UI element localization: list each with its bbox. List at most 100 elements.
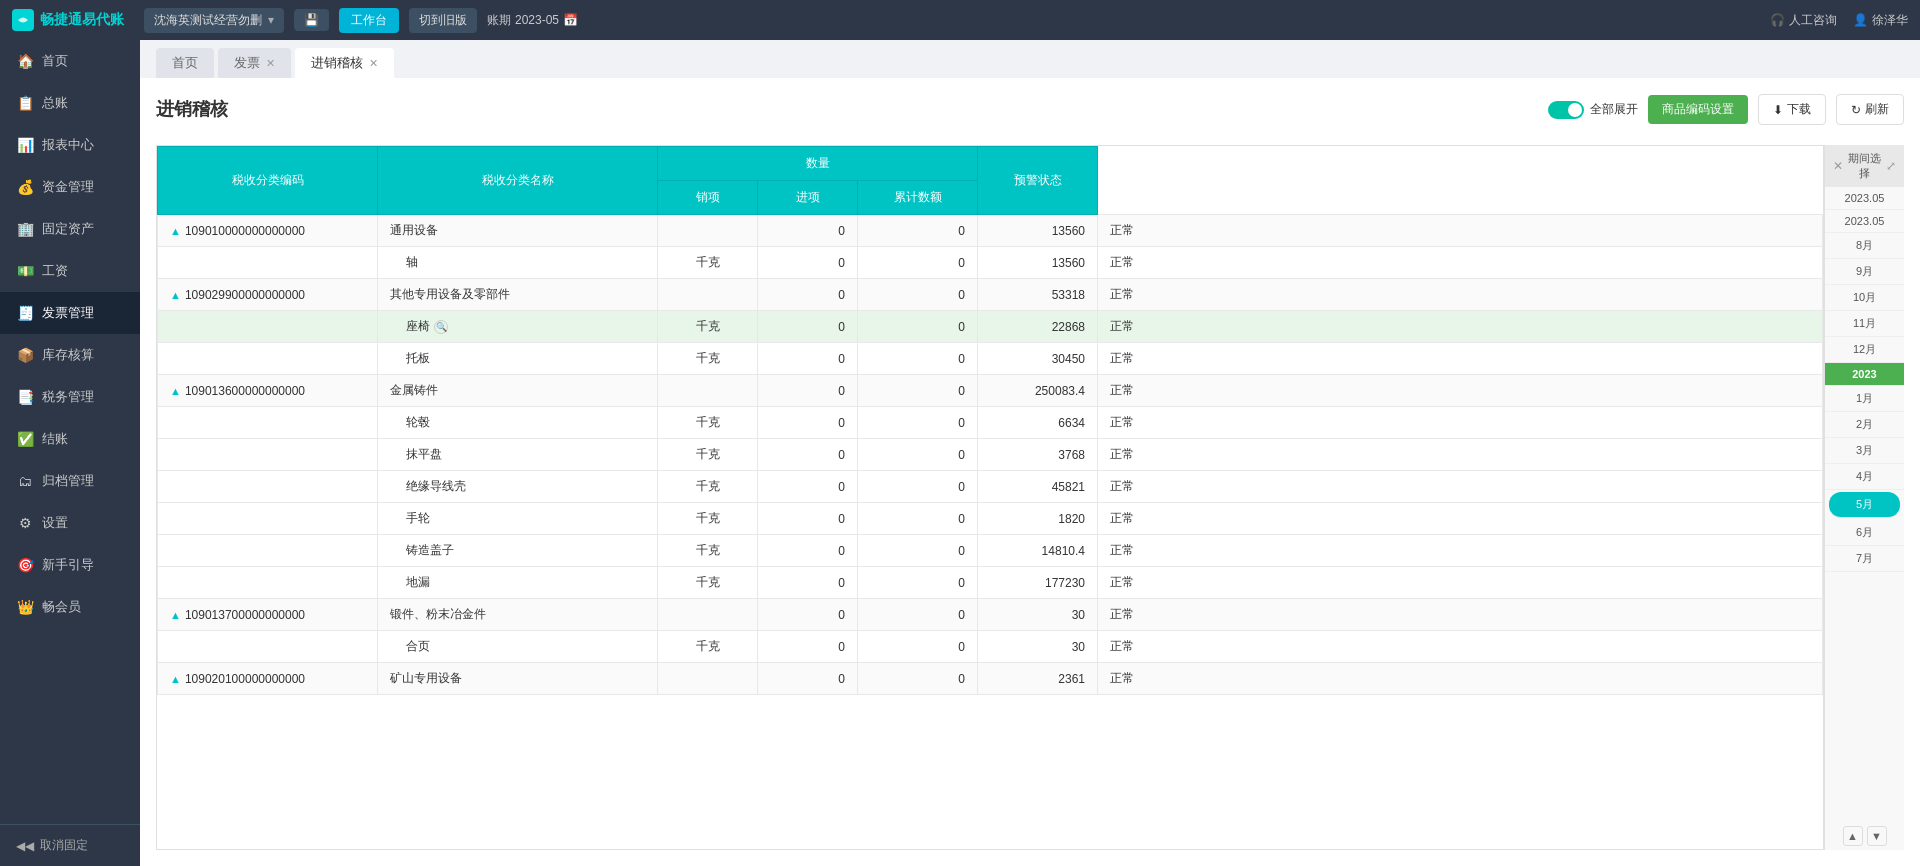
- collapse-btn[interactable]: ▲: [170, 673, 181, 685]
- period-item[interactable]: 3月: [1825, 438, 1904, 464]
- collapse-btn[interactable]: ▲: [170, 609, 181, 621]
- table-row-total: 30: [978, 631, 1098, 663]
- period-item[interactable]: 7月: [1825, 546, 1904, 572]
- collapse-btn[interactable]: ▲: [170, 225, 181, 237]
- unpin-btn[interactable]: ◀◀ 取消固定: [0, 824, 140, 866]
- archive-icon: 🗂: [16, 472, 34, 490]
- period-item[interactable]: 6月: [1825, 520, 1904, 546]
- refresh-icon: ↻: [1851, 103, 1861, 117]
- col-purchase: 进项: [758, 181, 858, 215]
- table-row-sales: 0: [758, 567, 858, 599]
- sidebar-item-home[interactable]: 🏠 首页: [0, 40, 140, 82]
- product-code-btn[interactable]: 商品编码设置: [1648, 95, 1748, 124]
- tab-invoice[interactable]: 发票 ✕: [218, 48, 291, 78]
- table-row-sales: 0: [758, 631, 858, 663]
- tab-reconcile[interactable]: 进销稽核 ✕: [295, 48, 394, 78]
- right-panel-close-btn[interactable]: ✕: [1833, 159, 1843, 173]
- table-row-total: 14810.4: [978, 535, 1098, 567]
- right-panel-expand-btn[interactable]: ⤢: [1886, 159, 1896, 173]
- table-row-total: 53318: [978, 279, 1098, 311]
- sidebar-item-settlement[interactable]: ✅ 结账: [0, 418, 140, 460]
- sidebar-item-inventory[interactable]: 📦 库存核算: [0, 334, 140, 376]
- col-sales: 销项: [658, 181, 758, 215]
- download-btn[interactable]: ⬇ 下载: [1758, 94, 1826, 125]
- payroll-icon: 💵: [16, 262, 34, 280]
- period-item[interactable]: 2023: [1825, 363, 1904, 386]
- funds-icon: 💰: [16, 178, 34, 196]
- period-nav: ▲ ▼: [1825, 822, 1904, 850]
- sidebar: 🏠 首页 📋 总账 📊 报表中心 💰 资金管理 🏢 固定资产 💵 工资 🧾 发票…: [0, 40, 140, 866]
- period-item[interactable]: 10月: [1825, 285, 1904, 311]
- main-layout: 🏠 首页 📋 总账 📊 报表中心 💰 资金管理 🏢 固定资产 💵 工资 🧾 发票…: [0, 40, 1920, 866]
- switch-old-btn[interactable]: 切到旧版: [409, 8, 477, 33]
- table-row-code: [158, 247, 378, 279]
- search-icon[interactable]: 🔍: [434, 320, 448, 334]
- period-item[interactable]: 12月: [1825, 337, 1904, 363]
- collapse-btn[interactable]: ▲: [170, 289, 181, 301]
- table-row-name: 矿山专用设备: [378, 663, 658, 695]
- period-item[interactable]: 1月: [1825, 386, 1904, 412]
- tab-invoice-close[interactable]: ✕: [266, 57, 275, 70]
- table-row-code: [158, 407, 378, 439]
- table-row-warning: 正常: [1098, 311, 1823, 343]
- topbar-right: 🎧 人工咨询 👤 徐泽华: [1770, 12, 1908, 29]
- sidebar-item-assets[interactable]: 🏢 固定资产: [0, 208, 140, 250]
- table-row-sales: 0: [758, 471, 858, 503]
- expand-toggle[interactable]: [1548, 101, 1584, 119]
- period-display: 账期 2023-05 📅: [487, 12, 578, 29]
- table-row-purchase: 0: [858, 663, 978, 695]
- table-row-warning: 正常: [1098, 567, 1823, 599]
- sidebar-item-guide[interactable]: 🎯 新手引导: [0, 544, 140, 586]
- inventory-icon: 📦: [16, 346, 34, 364]
- period-item[interactable]: 2月: [1825, 412, 1904, 438]
- col-warning: 预警状态: [978, 147, 1098, 215]
- table-row-name: 绝缘导线壳: [378, 471, 658, 503]
- workbench-btn[interactable]: 工作台: [339, 8, 399, 33]
- period-item[interactable]: 2023.05: [1825, 210, 1904, 233]
- period-down-btn[interactable]: ▼: [1867, 826, 1887, 846]
- sidebar-item-settings[interactable]: ⚙ 设置: [0, 502, 140, 544]
- table-row-name: 铸造盖子: [378, 535, 658, 567]
- table-row-purchase: 0: [858, 631, 978, 663]
- sidebar-item-funds[interactable]: 💰 资金管理: [0, 166, 140, 208]
- member-icon: 👑: [16, 598, 34, 616]
- table-row-code: [158, 343, 378, 375]
- support-btn[interactable]: 🎧 人工咨询: [1770, 12, 1837, 29]
- table-row-purchase: 0: [858, 279, 978, 311]
- period-item[interactable]: 5月: [1829, 492, 1900, 518]
- company-selector[interactable]: 沈海英测试经营勿删 ▾: [144, 8, 284, 33]
- tab-home[interactable]: 首页: [156, 48, 214, 78]
- toggle-knob: [1568, 103, 1582, 117]
- period-item[interactable]: 8月: [1825, 233, 1904, 259]
- period-up-btn[interactable]: ▲: [1843, 826, 1863, 846]
- table-row-purchase: 0: [858, 439, 978, 471]
- sidebar-item-payroll[interactable]: 💵 工资: [0, 250, 140, 292]
- save-btn[interactable]: 💾: [294, 9, 329, 31]
- sidebar-item-archive[interactable]: 🗂 归档管理: [0, 460, 140, 502]
- period-item[interactable]: 11月: [1825, 311, 1904, 337]
- table-row-sales: 0: [758, 215, 858, 247]
- table-row-unit: [658, 375, 758, 407]
- tab-reconcile-close[interactable]: ✕: [369, 57, 378, 70]
- table-row-code: [158, 535, 378, 567]
- period-item[interactable]: 2023.05: [1825, 187, 1904, 210]
- table-row-purchase: 0: [858, 503, 978, 535]
- sidebar-item-invoice[interactable]: 🧾 发票管理: [0, 292, 140, 334]
- table-row-code: [158, 311, 378, 343]
- table-row-warning: 正常: [1098, 247, 1823, 279]
- table-row-purchase: 0: [858, 247, 978, 279]
- refresh-btn[interactable]: ↻ 刷新: [1836, 94, 1904, 125]
- period-item[interactable]: 9月: [1825, 259, 1904, 285]
- collapse-btn[interactable]: ▲: [170, 385, 181, 397]
- table-row-warning: 正常: [1098, 599, 1823, 631]
- sidebar-item-member[interactable]: 👑 畅会员: [0, 586, 140, 628]
- table-row-sales: 0: [758, 375, 858, 407]
- sidebar-item-ledger[interactable]: 📋 总账: [0, 82, 140, 124]
- sidebar-item-reports[interactable]: 📊 报表中心: [0, 124, 140, 166]
- topbar: 畅捷通易代账 沈海英测试经营勿删 ▾ 💾 工作台 切到旧版 账期 2023-05…: [0, 0, 1920, 40]
- expand-toggle-wrap: 全部展开: [1548, 101, 1638, 119]
- right-panel: ✕ 期间选择 ⤢ 2023.052023.058月9月10月11月12月2023…: [1824, 145, 1904, 850]
- sidebar-item-tax[interactable]: 📑 税务管理: [0, 376, 140, 418]
- period-item[interactable]: 4月: [1825, 464, 1904, 490]
- user-menu[interactable]: 👤 徐泽华: [1853, 12, 1908, 29]
